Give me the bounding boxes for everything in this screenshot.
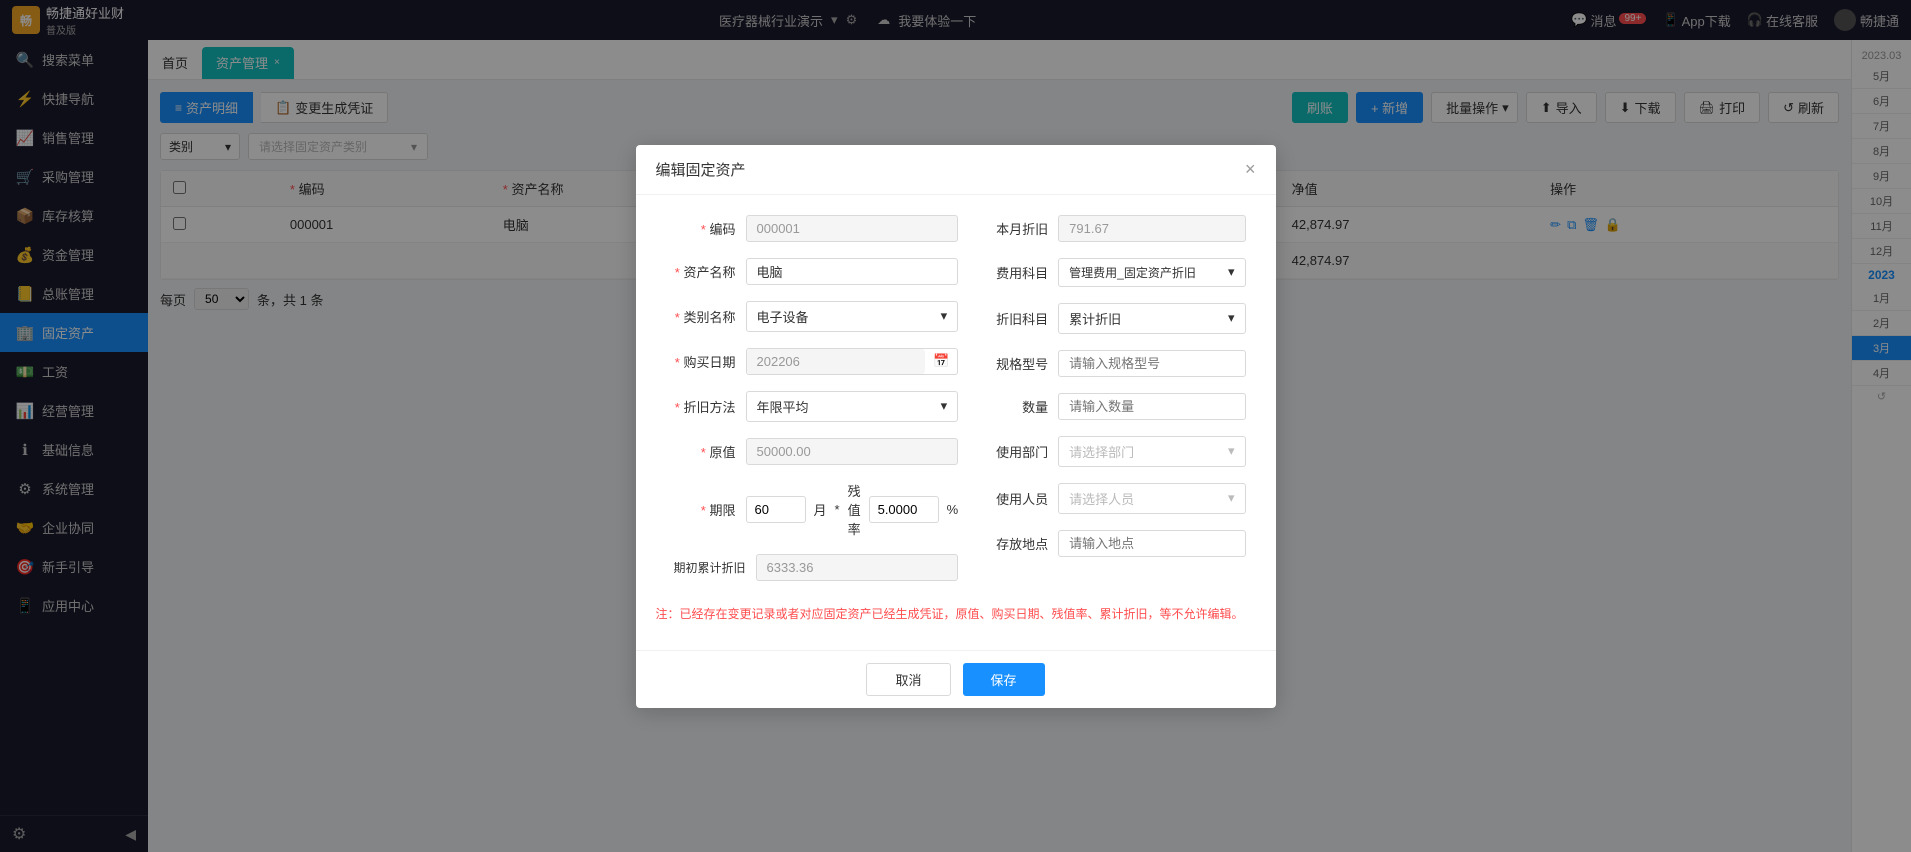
form-label-name: * 资产名称: [666, 262, 746, 281]
form-control-purchase-date: 📅: [746, 348, 959, 375]
dep-method-chevron-icon: ▾: [941, 398, 948, 414]
form-item-code: * 编码: [656, 215, 969, 242]
form-item-user: 使用人员 请选择人员 ▾: [968, 483, 1255, 514]
form-label-period: * 期限: [666, 500, 746, 519]
form-control-original: [746, 438, 959, 465]
form-item-name: * 资产名称: [656, 258, 969, 285]
edit-fixed-asset-modal: 编辑固定资产 × * 编码: [636, 145, 1276, 708]
spec-input[interactable]: [1058, 350, 1245, 377]
user-chevron-icon: ▾: [1228, 490, 1235, 506]
dep-subject-dropdown[interactable]: 累计折旧 ▾: [1058, 303, 1245, 334]
form-control-user: 请选择人员 ▾: [1058, 483, 1245, 514]
form-right-col: 本月折旧 费用科目 管理费用_固定资产折旧: [968, 215, 1255, 597]
form-item-original-value: * 原值: [656, 438, 969, 465]
form-control-expense: 管理费用_固定资产折旧 ▾: [1058, 258, 1245, 287]
category-chevron-icon: ▾: [941, 308, 948, 324]
form-control-quantity: [1058, 393, 1245, 420]
form-control-department: 请选择部门 ▾: [1058, 436, 1245, 467]
form-item-location: 存放地点: [968, 530, 1255, 557]
form-label-initial-dep: 期初累计折旧: [666, 559, 756, 576]
save-button[interactable]: 保存: [963, 663, 1045, 696]
period-unit: 月: [814, 500, 827, 519]
form-control-dep-subject: 累计折旧 ▾: [1058, 303, 1245, 334]
modal-title: 编辑固定资产: [656, 159, 746, 180]
dept-chevron-icon: ▾: [1228, 443, 1235, 459]
form-label-spec: 规格型号: [978, 354, 1058, 373]
form-label-code: * 编码: [666, 219, 746, 238]
form-label-location: 存放地点: [978, 534, 1058, 553]
modal-body: * 编码 * 资产名称: [636, 195, 1276, 650]
form-item-monthly-dep: 本月折旧: [968, 215, 1255, 242]
residual-rate-label: 残值率: [848, 481, 861, 538]
initial-dep-input[interactable]: [756, 554, 959, 581]
form-label-category: * 类别名称: [666, 307, 746, 326]
form-control-location: [1058, 530, 1245, 557]
form-label-user: 使用人员: [978, 489, 1058, 508]
user-dropdown[interactable]: 请选择人员 ▾: [1058, 483, 1245, 514]
form-label-dep-subject: 折旧科目: [978, 309, 1058, 328]
form-label-monthly-dep: 本月折旧: [978, 219, 1058, 238]
form-item-period: * 期限 月 * 残值率 %: [656, 481, 969, 538]
form-label-purchase-date: * 购买日期: [666, 352, 746, 371]
modal-overlay: 编辑固定资产 × * 编码: [0, 0, 1911, 852]
form-grid: * 编码 * 资产名称: [656, 215, 1256, 597]
form-label-expense: 费用科目: [978, 263, 1058, 282]
form-label-dep-method: * 折旧方法: [666, 397, 746, 416]
form-item-initial-dep: 期初累计折旧: [656, 554, 969, 581]
form-control-code: [746, 215, 959, 242]
form-item-depreciation-method: * 折旧方法 年限平均 ▾: [656, 391, 969, 422]
dep-subject-chevron-icon: ▾: [1228, 310, 1235, 326]
cancel-button[interactable]: 取消: [866, 663, 950, 696]
form-label-original: * 原值: [666, 442, 746, 461]
expense-chevron-icon: ▾: [1228, 264, 1235, 280]
period-input[interactable]: [746, 496, 806, 523]
form-control-spec: [1058, 350, 1245, 377]
location-input[interactable]: [1058, 530, 1245, 557]
modal-close-btn[interactable]: ×: [1245, 160, 1256, 178]
category-dropdown[interactable]: 电子设备 ▾: [746, 301, 959, 332]
form-control-name: [746, 258, 959, 285]
form-control-dep-method: 年限平均 ▾: [746, 391, 959, 422]
quantity-input[interactable]: [1058, 393, 1245, 420]
form-control-initial-dep: [756, 554, 959, 581]
form-control-category: 电子设备 ▾: [746, 301, 959, 332]
form-item-purchase-date: * 购买日期 📅: [656, 348, 969, 375]
residual-rate-unit: %: [947, 502, 959, 517]
department-dropdown[interactable]: 请选择部门 ▾: [1058, 436, 1245, 467]
form-label-department: 使用部门: [978, 442, 1058, 461]
form-label-quantity: 数量: [978, 397, 1058, 416]
purchase-date-input[interactable]: [747, 349, 925, 374]
expense-subject-dropdown[interactable]: 管理费用_固定资产折旧 ▾: [1058, 258, 1245, 287]
original-value-input[interactable]: [746, 438, 959, 465]
form-control-monthly-dep: [1058, 215, 1245, 242]
form-left-col: * 编码 * 资产名称: [656, 215, 969, 597]
residual-rate-input[interactable]: [869, 496, 939, 523]
form-item-quantity: 数量: [968, 393, 1255, 420]
form-item-spec: 规格型号: [968, 350, 1255, 377]
monthly-dep-input[interactable]: [1058, 215, 1245, 242]
dep-method-dropdown[interactable]: 年限平均 ▾: [746, 391, 959, 422]
period-row: 月 * 残值率 %: [746, 481, 959, 538]
form-item-department: 使用部门 请选择部门 ▾: [968, 436, 1255, 467]
name-input[interactable]: [746, 258, 959, 285]
form-control-period: 月 * 残值率 %: [746, 481, 959, 538]
form-item-expense-subject: 费用科目 管理费用_固定资产折旧 ▾: [968, 258, 1255, 287]
code-input[interactable]: [746, 215, 959, 242]
form-item-category: * 类别名称 电子设备 ▾: [656, 301, 969, 332]
modal-footer: 取消 保存: [636, 650, 1276, 708]
modal-note: 注：已经存在变更记录或者对应固定资产已经生成凭证，原值、购买日期、残值率、累计折…: [656, 597, 1256, 630]
modal-header: 编辑固定资产 ×: [636, 145, 1276, 195]
form-item-dep-subject: 折旧科目 累计折旧 ▾: [968, 303, 1255, 334]
calendar-icon[interactable]: 📅: [925, 353, 957, 369]
